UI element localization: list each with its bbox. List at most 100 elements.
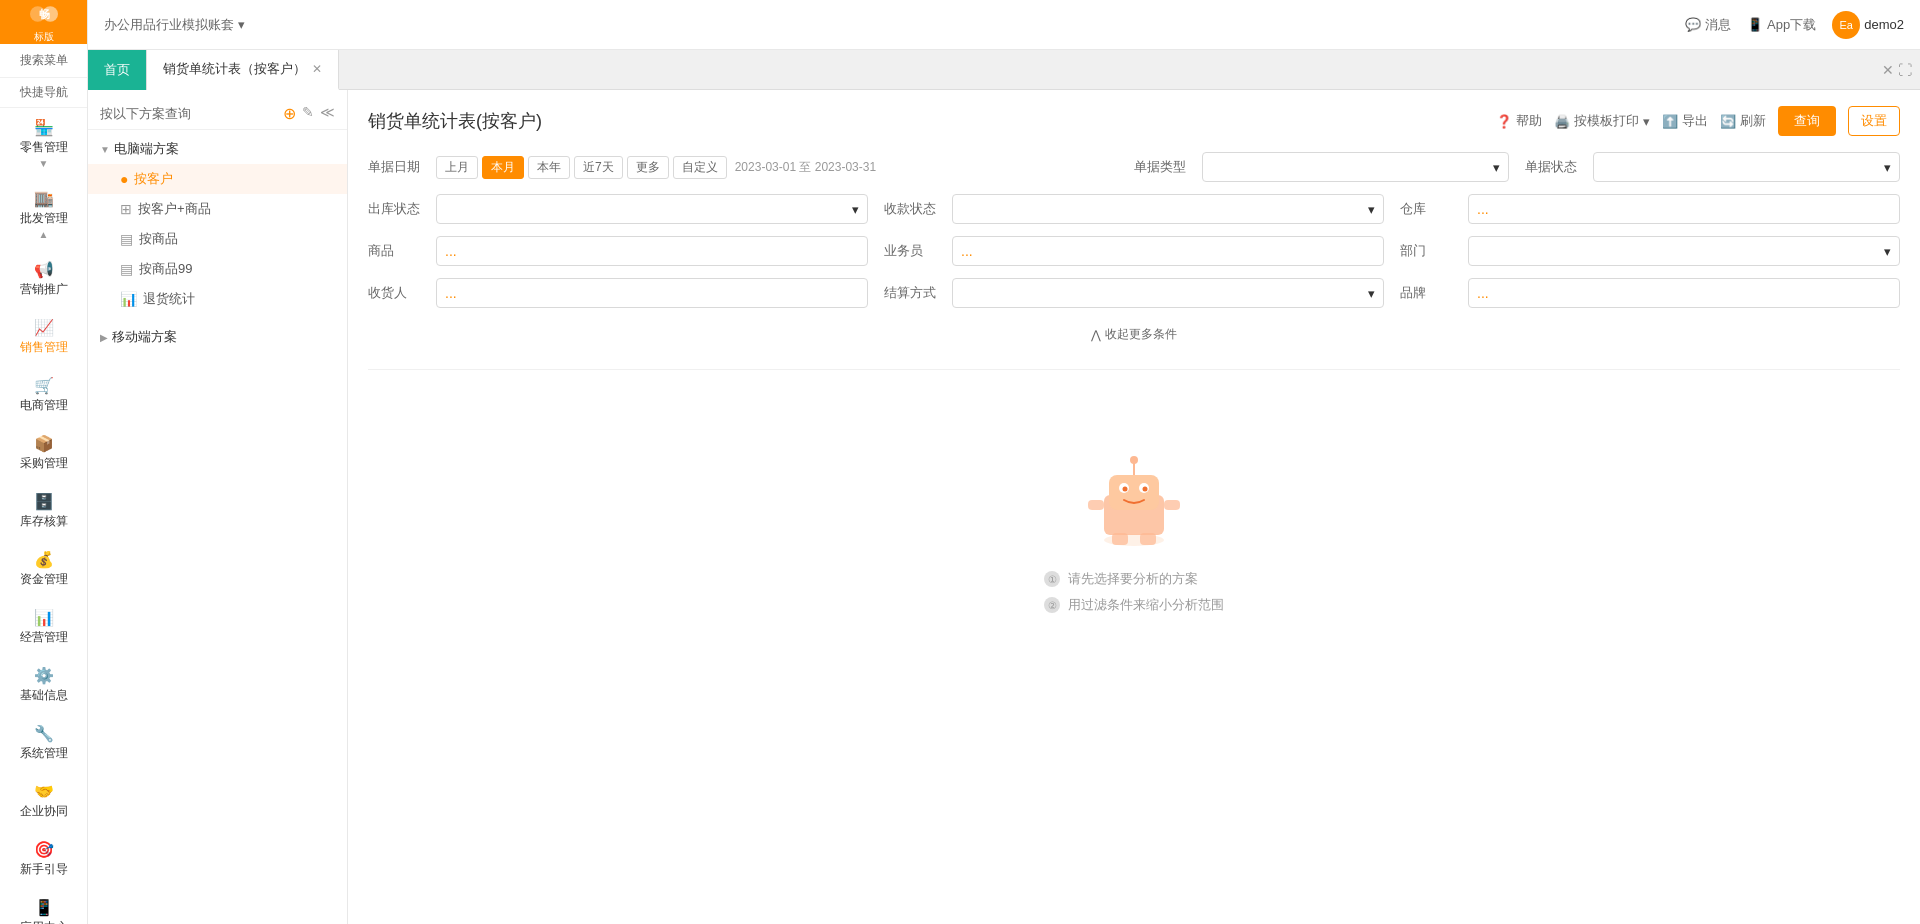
by-goods-99-icon: ▤	[120, 261, 133, 277]
sidebar-quick-nav[interactable]: 快捷导航	[0, 78, 87, 108]
system-icon: 🔧	[34, 724, 54, 743]
by-goods-icon: ▤	[120, 231, 133, 247]
page-title: 销货单统计表(按客户)	[368, 109, 542, 133]
payment-status-label: 收款状态	[884, 200, 944, 218]
filter-receiver: 收货人 ...	[368, 278, 868, 308]
filter-salesperson: 业务员 ...	[884, 236, 1384, 266]
sidebar-item-marketing[interactable]: 📢 营销推广	[0, 250, 87, 308]
goods-input[interactable]: ...	[436, 236, 868, 266]
payment-status-select[interactable]: ▾	[952, 194, 1384, 224]
department-select[interactable]: ▾	[1468, 236, 1900, 266]
doc-status-select[interactable]: ▾	[1593, 152, 1900, 182]
tree-item-by-goods[interactable]: ▤ 按商品	[88, 224, 347, 254]
user-profile[interactable]: Ea demo2	[1832, 11, 1904, 39]
retail-arrow-icon: ▼	[39, 158, 49, 169]
export-btn[interactable]: ⬆️ 导出	[1662, 112, 1708, 130]
tree-item-by-goods-label: 按商品	[139, 230, 178, 248]
date-btn-last-month[interactable]: 上月	[436, 156, 478, 179]
warehouse-input[interactable]: ...	[1468, 194, 1900, 224]
tree-item-by-goods-99-label: 按商品99	[139, 260, 192, 278]
goods-dots[interactable]: ...	[445, 243, 457, 259]
collapse-btn[interactable]: ⋀ 收起更多条件	[368, 320, 1900, 349]
brand-input[interactable]: ...	[1468, 278, 1900, 308]
inventory-icon: 🗄️	[34, 492, 54, 511]
add-scheme-icon[interactable]: ⊕	[283, 104, 296, 123]
sidebar-item-basic[interactable]: ⚙️ 基础信息	[0, 656, 87, 714]
date-btn-this-year[interactable]: 本年	[528, 156, 570, 179]
left-panel-actions: ⊕ ✎ ≪	[283, 104, 335, 123]
sidebar-item-retail[interactable]: 🏪 零售管理 ▼	[0, 108, 87, 179]
app-download-btn[interactable]: 📱 App下载	[1747, 16, 1816, 34]
sidebar-subtitle: 标版	[34, 30, 54, 44]
maximize-window-icon[interactable]: ⛶	[1898, 62, 1912, 78]
product-selector[interactable]: 办公用品行业模拟账套 ▾	[104, 16, 245, 34]
guide-icon: 🎯	[34, 840, 54, 859]
date-btn-custom[interactable]: 自定义	[673, 156, 727, 179]
tab-sales-stat[interactable]: 销货单统计表（按客户） ✕	[147, 50, 339, 90]
tab-maximize-area: ✕ ⛶	[1882, 62, 1920, 78]
message-label: 消息	[1705, 16, 1731, 34]
empty-tips: ① 请先选择要分析的方案 ② 用过滤条件来缩小分析范围	[1044, 570, 1224, 622]
receiver-input[interactable]: ...	[436, 278, 868, 308]
sidebar-item-inventory[interactable]: 🗄️ 库存核算	[0, 482, 87, 540]
sidebar-item-finance[interactable]: 💰 资金管理	[0, 540, 87, 598]
sidebar-item-cooperation[interactable]: 🤝 企业协同	[0, 772, 87, 830]
return-stat-icon: 📊	[120, 291, 137, 307]
sidebar-item-guide[interactable]: 🎯 新手引导	[0, 830, 87, 888]
sidebar-item-wholesale[interactable]: 🏬 批发管理 ▲	[0, 179, 87, 250]
by-customer-goods-icon: ⊞	[120, 201, 132, 217]
doc-type-chevron-icon: ▾	[1493, 160, 1500, 175]
tree-item-return-stat[interactable]: 📊 退货统计	[88, 284, 347, 314]
out-status-select[interactable]: ▾	[436, 194, 868, 224]
tree-item-by-goods-99[interactable]: ▤ 按商品99	[88, 254, 347, 284]
sidebar-item-ecommerce[interactable]: 🛒 电商管理	[0, 366, 87, 424]
query-btn[interactable]: 查询	[1778, 106, 1836, 136]
help-btn[interactable]: ❓ 帮助	[1496, 112, 1542, 130]
salesperson-input[interactable]: ...	[952, 236, 1384, 266]
date-btn-last-7-days[interactable]: 近7天	[574, 156, 623, 179]
receiver-label: 收货人	[368, 284, 428, 302]
help-icon: ❓	[1496, 114, 1512, 129]
settings-btn[interactable]: 设置	[1848, 106, 1900, 136]
tree-item-by-customer-goods-label: 按客户+商品	[138, 200, 211, 218]
edit-scheme-icon[interactable]: ✎	[302, 104, 314, 123]
svg-rect-5	[1109, 475, 1159, 510]
salesperson-dots[interactable]: ...	[961, 243, 973, 259]
collapse-panel-icon[interactable]: ≪	[320, 104, 335, 123]
doc-type-select[interactable]: ▾	[1202, 152, 1509, 182]
svg-rect-12	[1088, 500, 1104, 510]
sidebar-item-purchase[interactable]: 📦 采购管理	[0, 424, 87, 482]
operation-icon: 📊	[34, 608, 54, 627]
page-actions: ❓ 帮助 🖨️ 按模板打印 ▾ ⬆️ 导出 🔄 刷新	[1496, 106, 1900, 136]
tree-item-by-customer[interactable]: ● 按客户	[88, 164, 347, 194]
date-btn-more[interactable]: 更多	[627, 156, 669, 179]
sidebar-item-system[interactable]: 🔧 系统管理	[0, 714, 87, 772]
refresh-btn[interactable]: 🔄 刷新	[1720, 112, 1766, 130]
tree-group-mobile[interactable]: ▶ 移动端方案	[88, 322, 347, 352]
sidebar-item-operation[interactable]: 📊 经营管理	[0, 598, 87, 656]
brand-dots[interactable]: ...	[1477, 285, 1489, 301]
settlement-select[interactable]: ▾	[952, 278, 1384, 308]
tab-home[interactable]: 首页	[88, 50, 147, 90]
tab-close-icon[interactable]: ✕	[312, 62, 322, 76]
wholesale-arrow-icon: ▲	[39, 229, 49, 240]
filter-area: 单据日期 上月 本月 本年 近7天 更多 自定义 2023-03-01 至 20…	[348, 144, 1920, 369]
sidebar-search[interactable]: 搜索菜单	[0, 44, 87, 78]
out-status-label: 出库状态	[368, 200, 428, 218]
svg-point-9	[1143, 487, 1148, 492]
tree-item-by-customer-goods[interactable]: ⊞ 按客户+商品	[88, 194, 347, 224]
collapse-up-icon: ⋀	[1091, 328, 1101, 342]
tree-desktop-group: ▼ 电脑端方案 ● 按客户 ⊞ 按客户+商品 ▤ 按商品 ▤ 按商品99	[88, 130, 347, 318]
message-btn[interactable]: 💬 消息	[1685, 16, 1731, 34]
sidebar-item-sales[interactable]: 📈 销售管理	[0, 308, 87, 366]
close-window-icon[interactable]: ✕	[1882, 62, 1894, 78]
collapse-label: 收起更多条件	[1105, 326, 1177, 343]
sidebar-item-apps[interactable]: 📱 应用中心	[0, 888, 87, 924]
warehouse-dots[interactable]: ...	[1477, 201, 1489, 217]
print-btn[interactable]: 🖨️ 按模板打印 ▾	[1554, 112, 1650, 130]
filter-warehouse: 仓库 ...	[1400, 194, 1900, 224]
payment-status-chevron-icon: ▾	[1368, 202, 1375, 217]
tree-group-desktop[interactable]: ▼ 电脑端方案	[88, 134, 347, 164]
receiver-dots[interactable]: ...	[445, 285, 457, 301]
date-btn-this-month[interactable]: 本月	[482, 156, 524, 179]
